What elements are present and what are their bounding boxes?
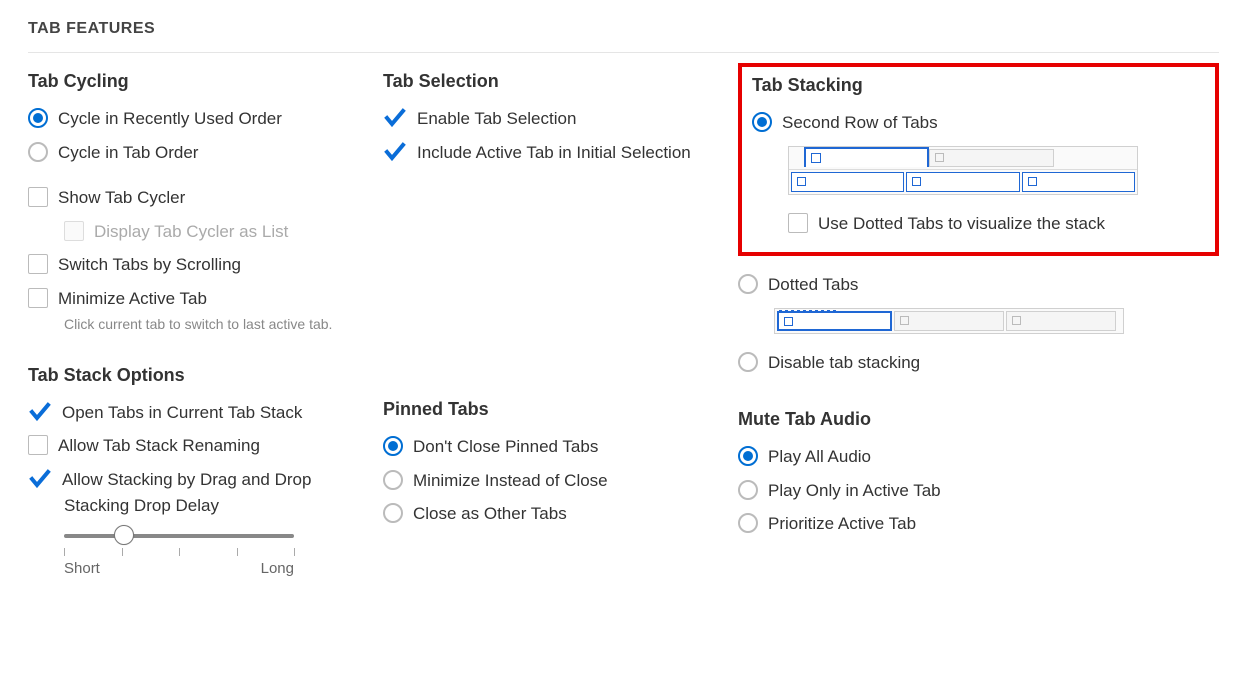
- option-allow-rename[interactable]: Allow Tab Stack Renaming: [28, 429, 383, 463]
- checkbox-icon: [28, 187, 48, 207]
- label: Allow Tab Stack Renaming: [58, 433, 260, 459]
- option-dotted-tabs[interactable]: Dotted Tabs: [738, 268, 1219, 302]
- option-second-row[interactable]: Second Row of Tabs: [752, 106, 1205, 140]
- label: Close as Other Tabs: [413, 501, 567, 527]
- group-tab-selection: Tab Selection Enable Tab Selection Inclu…: [383, 71, 738, 169]
- group-title-pinned-tabs: Pinned Tabs: [383, 399, 738, 420]
- option-close-as-other[interactable]: Close as Other Tabs: [383, 497, 738, 531]
- highlight-box: Tab Stacking Second Row of Tabs: [738, 63, 1219, 256]
- group-tab-stack-options: Tab Stack Options Open Tabs in Current T…: [28, 365, 383, 578]
- helper-minimize-active: Click current tab to switch to last acti…: [64, 315, 334, 335]
- label: Use Dotted Tabs to visualize the stack: [818, 211, 1105, 237]
- label: Switch Tabs by Scrolling: [58, 252, 241, 278]
- label: Don't Close Pinned Tabs: [413, 434, 598, 460]
- slider-label-drop-delay: Stacking Drop Delay: [64, 496, 383, 516]
- label: Enable Tab Selection: [417, 106, 576, 132]
- label: Include Active Tab in Initial Selection: [417, 140, 691, 166]
- group-title-tab-stack-options: Tab Stack Options: [28, 365, 383, 386]
- label: Disable tab stacking: [768, 350, 920, 376]
- option-enable-selection[interactable]: Enable Tab Selection: [383, 102, 738, 136]
- option-display-as-list: Display Tab Cycler as List: [28, 215, 383, 249]
- group-pinned-tabs: Pinned Tabs Don't Close Pinned Tabs Mini…: [383, 399, 738, 531]
- option-open-in-current[interactable]: Open Tabs in Current Tab Stack: [28, 396, 383, 430]
- option-allow-dnd[interactable]: Allow Stacking by Drag and Drop: [28, 463, 383, 497]
- checkbox-icon: [788, 213, 808, 233]
- group-title-tab-selection: Tab Selection: [383, 71, 738, 92]
- radio-icon: [738, 480, 758, 500]
- label: Cycle in Tab Order: [58, 140, 198, 166]
- group-tab-stacking: Tab Stacking Second Row of Tabs: [738, 63, 1219, 379]
- option-cycle-recent[interactable]: Cycle in Recently Used Order: [28, 102, 383, 136]
- label: Play All Audio: [768, 444, 871, 470]
- label: Minimize Active Tab: [58, 286, 207, 312]
- option-minimize-instead[interactable]: Minimize Instead of Close: [383, 464, 738, 498]
- radio-icon: [383, 470, 403, 490]
- radio-icon: [28, 108, 48, 128]
- checkbox-icon: [28, 288, 48, 308]
- label: Second Row of Tabs: [782, 110, 938, 136]
- label: Dotted Tabs: [768, 272, 858, 298]
- radio-icon: [383, 436, 403, 456]
- radio-icon: [752, 112, 772, 132]
- group-tab-cycling: Tab Cycling Cycle in Recently Used Order…: [28, 71, 383, 335]
- option-dont-close-pinned[interactable]: Don't Close Pinned Tabs: [383, 430, 738, 464]
- radio-icon: [738, 513, 758, 533]
- option-disable-stacking[interactable]: Disable tab stacking: [738, 346, 1219, 380]
- option-cycle-order[interactable]: Cycle in Tab Order: [28, 136, 383, 170]
- label: Show Tab Cycler: [58, 185, 185, 211]
- option-prioritize-active[interactable]: Prioritize Active Tab: [738, 507, 1219, 541]
- option-include-active[interactable]: Include Active Tab in Initial Selection: [383, 136, 738, 170]
- radio-icon: [383, 503, 403, 523]
- group-mute-audio: Mute Tab Audio Play All Audio Play Only …: [738, 409, 1219, 541]
- section-title: TAB FEATURES: [28, 20, 1219, 53]
- slider-line: [64, 534, 294, 538]
- label: Display Tab Cycler as List: [94, 219, 288, 245]
- slider-end-long: Long: [261, 560, 294, 577]
- slider-thumb[interactable]: [114, 525, 134, 545]
- checkbox-icon: [28, 435, 48, 455]
- option-use-dotted[interactable]: Use Dotted Tabs to visualize the stack: [788, 207, 1205, 241]
- option-show-cycler[interactable]: Show Tab Cycler: [28, 181, 383, 215]
- label: Allow Stacking by Drag and Drop: [62, 467, 311, 493]
- option-play-active[interactable]: Play Only in Active Tab: [738, 474, 1219, 508]
- check-icon: [28, 400, 52, 424]
- option-switch-scroll[interactable]: Switch Tabs by Scrolling: [28, 248, 383, 282]
- radio-icon: [738, 352, 758, 372]
- label: Open Tabs in Current Tab Stack: [62, 400, 302, 426]
- illustration-dotted: [774, 308, 1124, 334]
- check-icon: [383, 140, 407, 164]
- radio-icon: [738, 274, 758, 294]
- checkbox-icon: [28, 254, 48, 274]
- group-title-mute-audio: Mute Tab Audio: [738, 409, 1219, 430]
- label: Play Only in Active Tab: [768, 478, 941, 504]
- slider-end-short: Short: [64, 560, 100, 577]
- group-title-tab-cycling: Tab Cycling: [28, 71, 383, 92]
- group-title-tab-stacking: Tab Stacking: [752, 75, 1205, 96]
- checkbox-icon: [64, 221, 84, 241]
- illustration-second-row: [788, 146, 1138, 195]
- label: Minimize Instead of Close: [413, 468, 608, 494]
- check-icon: [383, 106, 407, 130]
- label: Cycle in Recently Used Order: [58, 106, 282, 132]
- radio-icon: [738, 446, 758, 466]
- radio-icon: [28, 142, 48, 162]
- label: Prioritize Active Tab: [768, 511, 916, 537]
- slider-drop-delay[interactable]: [64, 522, 294, 550]
- option-minimize-active[interactable]: Minimize Active Tab: [28, 282, 383, 316]
- option-play-all[interactable]: Play All Audio: [738, 440, 1219, 474]
- check-icon: [28, 467, 52, 491]
